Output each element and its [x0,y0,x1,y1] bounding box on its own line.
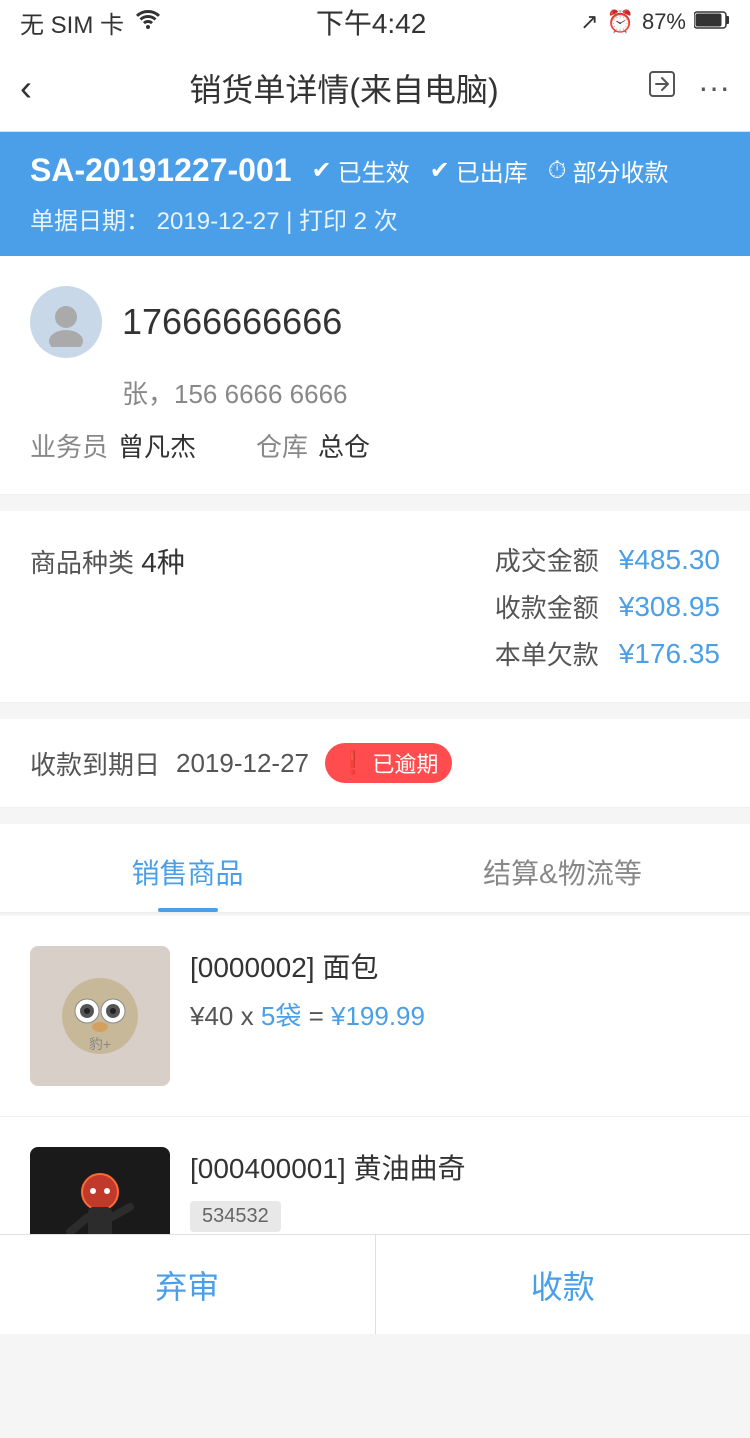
tab-settlement[interactable]: 结算&物流等 [375,824,750,912]
badge-partial: ⏱ 部分收款 [548,153,669,188]
product-price-bread: ¥40 x 5袋 = ¥199.99 [190,996,720,1033]
status-bar: 无 SIM 卡 下午4:42 ↗ ⏰ 87% [0,0,750,44]
product-tag-cookie: 534532 [190,1201,281,1232]
order-id: SA-20191227-001 [30,152,292,189]
due-date-section: 收款到期日 2019-12-27 ❗ 已逾期 [0,719,750,808]
product-types: 商品种类 4种 [30,541,185,581]
order-header-banner: SA-20191227-001 ✔ 已生效 ✔ 已出库 ⏱ 部分收款 单据日期：… [0,132,750,256]
price-value-bread: ¥40 [190,1001,233,1031]
product-title-cookie: 黄油曲奇 [354,1153,466,1184]
product-item-bread: 豹+ [0000002] 面包 ¥40 x 5袋 = ¥199.99 [0,916,750,1117]
customer-section: 17666666666 张，156 6666 6666 业务员 曾凡杰 仓库 总… [0,256,750,495]
deal-amount-label: 成交金额 [495,541,599,578]
nav-bar: ‹ 销货单详情(来自电脑) ··· [0,44,750,132]
received-amount-row: 收款金额 ¥308.95 [495,588,720,625]
product-id-bread: [0000002] [190,952,315,983]
price-eq-1: = [309,1001,331,1031]
product-name-cookie: [000400001] 黄油曲奇 [190,1147,720,1187]
location-icon: ↗ [580,9,598,35]
customer-row: 17666666666 [30,286,720,358]
bread-image: 豹+ [30,946,170,1086]
qty-bread: 5袋 [261,1001,301,1031]
salesperson-meta: 业务员 曾凡杰 [30,427,196,464]
overdue-text: 已逾期 [372,747,438,779]
badge-dispatched: ✔ 已出库 [430,153,528,188]
warehouse-value: 总仓 [318,427,370,464]
check-icon-2: ✔ [430,156,450,185]
banner-top-row: SA-20191227-001 ✔ 已生效 ✔ 已出库 ⏱ 部分收款 [30,152,720,189]
collect-payment-button[interactable]: 收款 [376,1235,750,1334]
status-right: ↗ ⏰ 87% [580,9,730,35]
customer-phone: 17666666666 [122,301,342,343]
product-thumb-bread: 豹+ [30,946,170,1086]
due-date-label: 收款到期日 [30,745,160,782]
abandon-review-button[interactable]: 弃审 [0,1235,376,1334]
customer-name-phone: 张，156 6666 6666 [30,374,720,411]
amounts-section: 成交金额 ¥485.30 收款金额 ¥308.95 本单欠款 ¥176.35 [495,541,720,672]
status-time: 下午4:42 [316,2,427,42]
clock-icon: ⏱ [548,157,567,185]
salesperson-value: 曾凡杰 [118,427,196,464]
price-x-1: x [241,1001,261,1031]
back-button[interactable]: ‹ [20,57,42,119]
product-name-bread: [0000002] 面包 [190,946,720,986]
customer-meta: 业务员 曾凡杰 仓库 总仓 [30,427,720,464]
product-types-label: 商品种类 [30,548,134,578]
order-date-info: 单据日期： 2019-12-27 | 打印 2 次 [30,201,720,236]
tab-sales-products[interactable]: 销售商品 [0,824,375,912]
nav-actions: ··· [646,68,730,108]
due-date-value: 2019-12-27 [176,748,309,779]
product-title-bread: 面包 [322,952,378,983]
more-button[interactable]: ··· [698,69,730,106]
total-bread: ¥199.99 [331,1001,425,1031]
battery-icon [694,9,730,35]
wifi-icon [134,8,162,36]
debt-value: ¥176.35 [619,638,720,670]
tabs-bar: 销售商品 结算&物流等 [0,824,750,914]
check-icon-1: ✔ [312,156,332,185]
overdue-badge: ❗ 已逾期 [325,743,452,783]
avatar [30,286,102,358]
overdue-icon: ❗ [339,750,366,776]
deal-amount-row: 成交金额 ¥485.30 [495,541,720,578]
debt-label: 本单欠款 [495,635,599,672]
product-info-bread: [0000002] 面包 ¥40 x 5袋 = ¥199.99 [190,946,720,1086]
alarm-icon: ⏰ [607,9,634,35]
badge-effective: ✔ 已生效 [312,153,410,188]
bottom-bar: 弃审 收款 [0,1234,750,1334]
received-value: ¥308.95 [619,591,720,623]
summary-section: 商品种类 4种 成交金额 ¥485.30 收款金额 ¥308.95 本单欠款 ¥… [0,511,750,703]
battery-text: 87% [642,9,686,35]
debt-amount-row: 本单欠款 ¥176.35 [495,635,720,672]
product-types-count: 4种 [141,547,185,578]
warehouse-meta: 仓库 总仓 [256,427,370,464]
page-title: 销货单详情(来自电脑) [42,65,646,111]
salesperson-label: 业务员 [30,427,108,464]
product-id-cookie: [000400001] [190,1153,346,1184]
share-button[interactable] [646,68,678,108]
svg-text:豹+: 豹+ [89,1036,111,1052]
carrier-text: 无 SIM 卡 [20,5,124,40]
status-left: 无 SIM 卡 [20,5,162,40]
deal-amount-value: ¥485.30 [619,544,720,576]
warehouse-label: 仓库 [256,427,308,464]
received-label: 收款金额 [495,588,599,625]
